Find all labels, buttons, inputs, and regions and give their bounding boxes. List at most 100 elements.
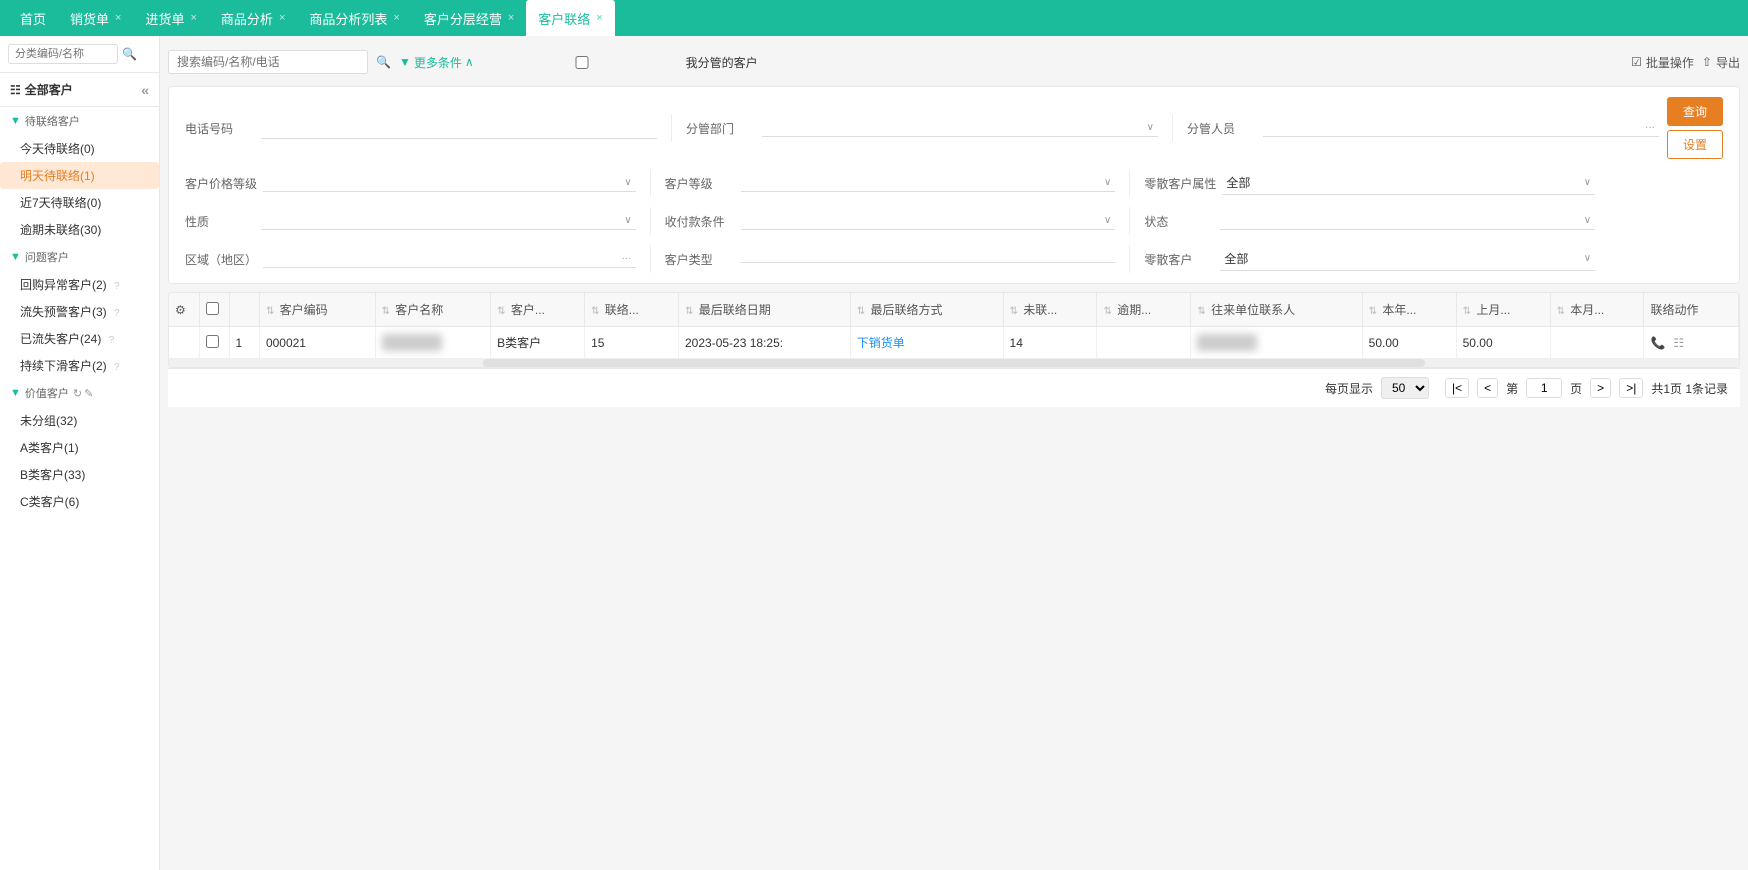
- region-select[interactable]: ···: [263, 250, 636, 268]
- row-checkbox[interactable]: [206, 335, 219, 348]
- nav-customer-contact[interactable]: 客户联络 ×: [526, 0, 614, 36]
- last-page-button[interactable]: >|: [1619, 378, 1643, 398]
- sidebar-item-7days-contact[interactable]: 近7天待联络(0): [0, 189, 159, 216]
- td-overdue: [1097, 327, 1191, 359]
- th-contact-person[interactable]: ⇅ 往来单位联系人: [1191, 293, 1362, 327]
- th-last-month[interactable]: ⇅ 上月...: [1456, 293, 1550, 327]
- settings-col-header: ⚙: [169, 293, 199, 327]
- phone-input[interactable]: [261, 118, 657, 139]
- sidebar-item-churn-warning[interactable]: 流失预警客户(3) ?: [0, 298, 159, 325]
- query-button[interactable]: 查询: [1667, 97, 1723, 126]
- collapse-icon[interactable]: «: [141, 82, 149, 98]
- sidebar-item-class-b[interactable]: B类客户(33): [0, 461, 159, 488]
- sidebar-search-input[interactable]: [8, 44, 118, 64]
- search-button[interactable]: 🔍: [376, 55, 391, 69]
- nav-sales-order[interactable]: 销货单 ×: [58, 0, 133, 36]
- horizontal-scrollbar[interactable]: [169, 359, 1739, 367]
- close-icon[interactable]: ×: [279, 12, 285, 24]
- contact-person-blurred: 李某某: [1197, 334, 1257, 351]
- expand-icon[interactable]: ▼: [10, 115, 21, 127]
- customer-level-field: 客户等级 ∨: [665, 174, 1116, 192]
- nav-product-analysis[interactable]: 商品分析 ×: [209, 0, 297, 36]
- more-icon: ···: [622, 253, 632, 264]
- th-this-year[interactable]: ⇅ 本年...: [1362, 293, 1456, 327]
- th-customer-type[interactable]: ⇅ 客户...: [491, 293, 585, 327]
- batch-operation-button[interactable]: ☑ 批量操作: [1631, 54, 1694, 71]
- my-customers-checkbox-label[interactable]: 我分管的客户: [482, 54, 758, 71]
- sort-icon: ⇅: [1103, 306, 1111, 317]
- edit-icon[interactable]: ✎: [84, 387, 93, 400]
- td-last-month: 50.00: [1456, 327, 1550, 359]
- gender-select[interactable]: ∨: [261, 212, 636, 230]
- nav-product-analysis-list[interactable]: 商品分析列表 ×: [297, 0, 411, 36]
- search-input[interactable]: [168, 50, 368, 74]
- help-icon[interactable]: ?: [114, 308, 120, 319]
- sidebar-item-class-c[interactable]: C类客户(6): [0, 488, 159, 515]
- nav-customer-layer[interactable]: 客户分层经营 ×: [412, 0, 526, 36]
- more-filter-button[interactable]: ▼ 更多条件 ∧: [399, 54, 474, 71]
- sidebar-all-customers[interactable]: ☷ 全部客户 «: [0, 73, 159, 107]
- filter-icon: ▼: [399, 55, 411, 69]
- settings-icon[interactable]: ⚙: [175, 303, 186, 317]
- th-customer-name[interactable]: ⇅ 客户名称: [375, 293, 491, 327]
- main-layout: 🔍 ☷ 全部客户 « ▼ 待联络客户 今天待联络(0) 明天待联络(1) 近7天…: [0, 36, 1748, 870]
- sort-icon: ⇅: [1010, 306, 1018, 317]
- next-page-button[interactable]: >: [1590, 378, 1611, 398]
- th-contact-count[interactable]: ⇅ 联络...: [585, 293, 679, 327]
- grid-action-icon[interactable]: ☷: [1673, 336, 1684, 350]
- sidebar-item-today-contact[interactable]: 今天待联络(0): [0, 135, 159, 162]
- customer-type-select[interactable]: [741, 256, 1116, 263]
- retail-attr-select[interactable]: 全部 ∨: [1222, 171, 1595, 195]
- scroll-track: [483, 359, 1425, 367]
- sidebar-item-ungrouped[interactable]: 未分组(32): [0, 407, 159, 434]
- sidebar-item-tomorrow-contact[interactable]: 明天待联络(1): [0, 162, 159, 189]
- call-icon[interactable]: 📞: [1650, 336, 1665, 350]
- export-button[interactable]: ⇧ 导出: [1702, 54, 1740, 71]
- th-this-month[interactable]: ⇅ 本月...: [1550, 293, 1644, 327]
- help-icon[interactable]: ?: [109, 335, 115, 346]
- person-select[interactable]: ···: [1263, 119, 1659, 137]
- close-icon[interactable]: ×: [508, 12, 514, 24]
- td-last-contact-method: 下销货单: [850, 327, 1003, 359]
- settings-button[interactable]: 设置: [1667, 130, 1723, 159]
- sort-icon: ⇅: [857, 306, 865, 317]
- expand-icon[interactable]: ▼: [10, 251, 21, 263]
- th-customer-code[interactable]: ⇅ 客户编码: [259, 293, 375, 327]
- close-icon[interactable]: ×: [596, 12, 602, 24]
- divider: [671, 114, 672, 142]
- contact-method-link[interactable]: 下销货单: [857, 336, 905, 350]
- th-uncontacted[interactable]: ⇅ 未联...: [1003, 293, 1097, 327]
- close-icon[interactable]: ×: [393, 12, 399, 24]
- sidebar-item-class-a[interactable]: A类客户(1): [0, 434, 159, 461]
- dept-select[interactable]: ∨: [762, 119, 1158, 137]
- close-icon[interactable]: ×: [190, 12, 196, 24]
- select-all-checkbox[interactable]: [206, 302, 219, 315]
- page-number-input[interactable]: [1526, 378, 1562, 398]
- refresh-icon[interactable]: ↻: [73, 387, 82, 400]
- retail-customer-select[interactable]: 全部 ∨: [1220, 247, 1595, 271]
- th-last-contact-method[interactable]: ⇅ 最后联络方式: [850, 293, 1003, 327]
- td-customer-name: 张某某: [375, 327, 491, 359]
- prev-page-button[interactable]: <: [1477, 378, 1498, 398]
- sidebar-item-abnormal-purchase[interactable]: 回购异常客户(2) ?: [0, 271, 159, 298]
- sidebar-item-declining-customers[interactable]: 持续下滑客户(2) ?: [0, 352, 159, 379]
- page-size-select[interactable]: 50: [1381, 377, 1429, 399]
- nav-home[interactable]: 首页: [8, 0, 58, 36]
- help-icon[interactable]: ?: [114, 362, 120, 373]
- price-level-select[interactable]: ∨: [263, 174, 636, 192]
- my-customers-checkbox[interactable]: [482, 56, 682, 69]
- payment-select[interactable]: ∨: [741, 212, 1116, 230]
- nav-purchase-order[interactable]: 进货单 ×: [133, 0, 208, 36]
- customer-level-select[interactable]: ∨: [741, 174, 1116, 192]
- first-page-button[interactable]: |<: [1445, 378, 1469, 398]
- divider: [1129, 169, 1130, 197]
- expand-icon[interactable]: ▼: [10, 387, 21, 399]
- sidebar-item-lost-customers[interactable]: 已流失客户(24) ?: [0, 325, 159, 352]
- th-overdue[interactable]: ⇅ 逾期...: [1097, 293, 1191, 327]
- search-icon[interactable]: 🔍: [122, 47, 137, 61]
- th-last-contact-date[interactable]: ⇅ 最后联络日期: [679, 293, 851, 327]
- help-icon[interactable]: ?: [114, 281, 120, 292]
- close-icon[interactable]: ×: [115, 12, 121, 24]
- status-select[interactable]: ∨: [1220, 212, 1595, 230]
- sidebar-item-overdue-contact[interactable]: 逾期未联络(30): [0, 216, 159, 243]
